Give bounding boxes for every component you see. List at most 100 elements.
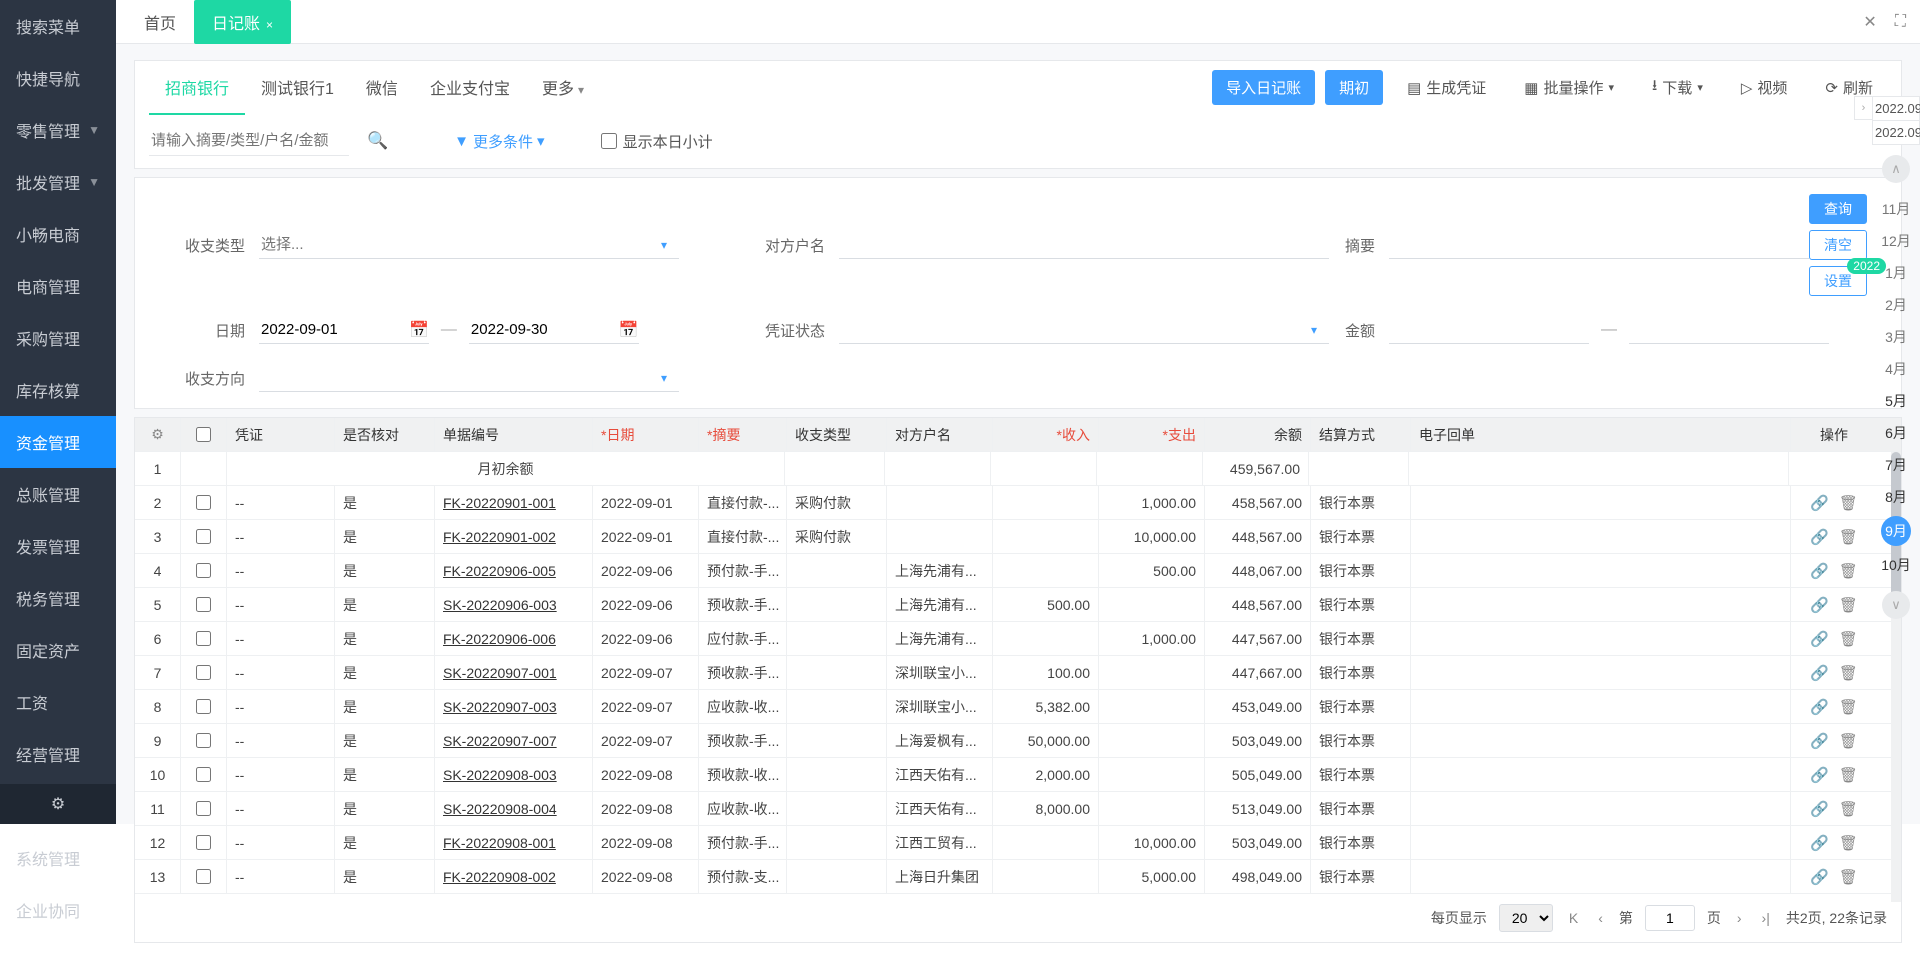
row-checkbox[interactable] bbox=[196, 597, 211, 612]
col-balance[interactable]: 余额 bbox=[1205, 418, 1311, 451]
fullscreen-icon[interactable]: ⛶ bbox=[1891, 9, 1910, 35]
doc-link[interactable]: FK-20220906-006 bbox=[443, 631, 556, 647]
table-row[interactable]: 6--是FK-20220906-0062022-09-06应付款-手...上海先… bbox=[135, 622, 1901, 656]
amount-from-input[interactable] bbox=[1389, 316, 1589, 344]
delete-icon[interactable]: 🗑 bbox=[1839, 732, 1858, 750]
period-button[interactable]: 期初 bbox=[1325, 70, 1383, 105]
scroll-down-button[interactable]: ∨ bbox=[1882, 591, 1910, 619]
table-row[interactable]: 12--是FK-20220908-0012022-09-08预付款-手...江西… bbox=[135, 826, 1901, 860]
select-all-checkbox[interactable] bbox=[196, 427, 211, 442]
doc-link[interactable]: SK-20220906-003 bbox=[443, 597, 557, 613]
doc-link[interactable]: SK-20220907-001 bbox=[443, 665, 557, 681]
row-checkbox[interactable] bbox=[196, 563, 211, 578]
batch-ops-button[interactable]: ▦批量操作▾ bbox=[1510, 70, 1628, 105]
show-today-checkbox[interactable] bbox=[601, 133, 617, 149]
sidebar-item[interactable]: 工资 bbox=[0, 676, 116, 728]
link-icon[interactable]: 🔗 bbox=[1810, 732, 1829, 750]
delete-icon[interactable]: 🗑 bbox=[1839, 494, 1858, 512]
link-icon[interactable]: 🔗 bbox=[1810, 868, 1829, 886]
page-input[interactable] bbox=[1645, 905, 1695, 931]
delete-icon[interactable]: 🗑 bbox=[1839, 834, 1858, 852]
delete-icon[interactable]: 🗑 bbox=[1839, 596, 1858, 614]
sidebar-item[interactable]: 批发管理▼ bbox=[0, 156, 116, 208]
doc-link[interactable]: FK-20220908-001 bbox=[443, 835, 556, 851]
table-row[interactable]: 9--是SK-20220907-0072022-09-07预收款-手...上海爱… bbox=[135, 724, 1901, 758]
month-item[interactable]: 6月 bbox=[1872, 417, 1920, 449]
sidebar-item[interactable]: 库存核算 bbox=[0, 364, 116, 416]
party-input[interactable] bbox=[839, 231, 1329, 259]
link-icon[interactable]: 🔗 bbox=[1810, 528, 1829, 546]
table-row[interactable]: 2--是FK-20220901-0012022-09-01直接付款-...采购付… bbox=[135, 486, 1901, 520]
doc-link[interactable]: SK-20220908-003 bbox=[443, 767, 557, 783]
month-item[interactable]: 2月 bbox=[1872, 289, 1920, 321]
link-icon[interactable]: 🔗 bbox=[1810, 562, 1829, 580]
table-row[interactable]: 7--是SK-20220907-0012022-09-07预收款-手...深圳联… bbox=[135, 656, 1901, 690]
month-item[interactable]: 12月 bbox=[1872, 225, 1920, 257]
col-expense[interactable]: *支出 bbox=[1099, 418, 1205, 451]
last-page-button[interactable]: ›| bbox=[1758, 908, 1774, 928]
gear-icon[interactable]: ⚙ bbox=[51, 796, 65, 813]
link-icon[interactable]: 🔗 bbox=[1810, 630, 1829, 648]
delete-icon[interactable]: 🗑 bbox=[1839, 698, 1858, 716]
clear-button[interactable]: 清空 bbox=[1809, 230, 1867, 260]
sidebar-item[interactable]: 发票管理 bbox=[0, 520, 116, 572]
delete-icon[interactable]: 🗑 bbox=[1839, 562, 1858, 580]
sidebar-item[interactable]: 经营管理 bbox=[0, 728, 116, 780]
amount-to-input[interactable] bbox=[1629, 316, 1829, 344]
row-checkbox[interactable] bbox=[196, 801, 211, 816]
month-item[interactable]: 9月 bbox=[1881, 516, 1911, 546]
scroll-up-button[interactable]: ∧ bbox=[1882, 155, 1910, 183]
col-date[interactable]: *日期 bbox=[593, 418, 699, 451]
delete-icon[interactable]: 🗑 bbox=[1839, 528, 1858, 546]
page-tab[interactable]: 日记账× bbox=[194, 0, 291, 44]
doc-link[interactable]: SK-20220908-004 bbox=[443, 801, 557, 817]
prev-page-button[interactable]: ‹ bbox=[1594, 908, 1607, 928]
doc-link[interactable]: SK-20220907-007 bbox=[443, 733, 557, 749]
calendar-icon[interactable]: 📅 bbox=[619, 320, 639, 340]
year-tag[interactable]: 2022.09 bbox=[1872, 96, 1920, 120]
table-row[interactable]: 8--是SK-20220907-0032022-09-07应收款-收...深圳联… bbox=[135, 690, 1901, 724]
first-page-button[interactable]: K bbox=[1565, 908, 1582, 928]
link-icon[interactable]: 🔗 bbox=[1810, 766, 1829, 784]
col-party[interactable]: 对方户名 bbox=[887, 418, 993, 451]
row-checkbox[interactable] bbox=[196, 869, 211, 884]
next-page-button[interactable]: › bbox=[1733, 908, 1746, 928]
row-checkbox[interactable] bbox=[196, 495, 211, 510]
delete-icon[interactable]: 🗑 bbox=[1839, 664, 1858, 682]
col-ereceipt[interactable]: 电子回单 bbox=[1411, 418, 1791, 451]
col-type[interactable]: 收支类型 bbox=[787, 418, 887, 451]
chevron-down-icon[interactable]: ▾ bbox=[1311, 323, 1317, 337]
per-page-select[interactable]: 20 bbox=[1499, 904, 1553, 932]
month-item[interactable]: 11月 bbox=[1872, 193, 1920, 225]
bank-tab[interactable]: 测试银行1 bbox=[245, 61, 350, 115]
row-checkbox[interactable] bbox=[196, 631, 211, 646]
date-to-input[interactable] bbox=[469, 316, 639, 344]
col-checked[interactable]: 是否核对 bbox=[335, 418, 435, 451]
sidebar-item[interactable]: 快捷导航 bbox=[0, 52, 116, 104]
row-checkbox[interactable] bbox=[196, 767, 211, 782]
date-from-input[interactable] bbox=[259, 316, 429, 344]
sidebar-item[interactable]: 系统管理 bbox=[0, 832, 116, 884]
row-checkbox[interactable] bbox=[196, 529, 211, 544]
doc-link[interactable]: FK-20220908-002 bbox=[443, 869, 556, 885]
month-item[interactable]: 5月 bbox=[1872, 385, 1920, 417]
video-button[interactable]: ▷视频 bbox=[1727, 70, 1802, 105]
download-button[interactable]: ⭳下载▾ bbox=[1638, 68, 1717, 107]
sidebar-item[interactable]: 税务管理 bbox=[0, 572, 116, 624]
bank-tab[interactable]: 更多▾ bbox=[526, 61, 600, 115]
search-input[interactable] bbox=[149, 126, 349, 156]
col-voucher[interactable]: 凭证 bbox=[227, 418, 335, 451]
row-checkbox[interactable] bbox=[196, 699, 211, 714]
close-icon[interactable]: × bbox=[266, 18, 273, 32]
voucher-status-select[interactable] bbox=[839, 316, 1329, 344]
doc-link[interactable]: FK-20220901-001 bbox=[443, 495, 556, 511]
delete-icon[interactable]: 🗑 bbox=[1839, 868, 1858, 886]
link-icon[interactable]: 🔗 bbox=[1810, 664, 1829, 682]
link-icon[interactable]: 🔗 bbox=[1810, 596, 1829, 614]
sidebar-item[interactable]: 固定资产 bbox=[0, 624, 116, 676]
sidebar-item[interactable]: 企业协同 bbox=[0, 884, 116, 936]
delete-icon[interactable]: 🗑 bbox=[1839, 630, 1858, 648]
direction-select[interactable] bbox=[259, 364, 679, 392]
table-row[interactable]: 5--是SK-20220906-0032022-09-06预收款-手...上海先… bbox=[135, 588, 1901, 622]
sidebar-item[interactable]: 电商管理 bbox=[0, 260, 116, 312]
